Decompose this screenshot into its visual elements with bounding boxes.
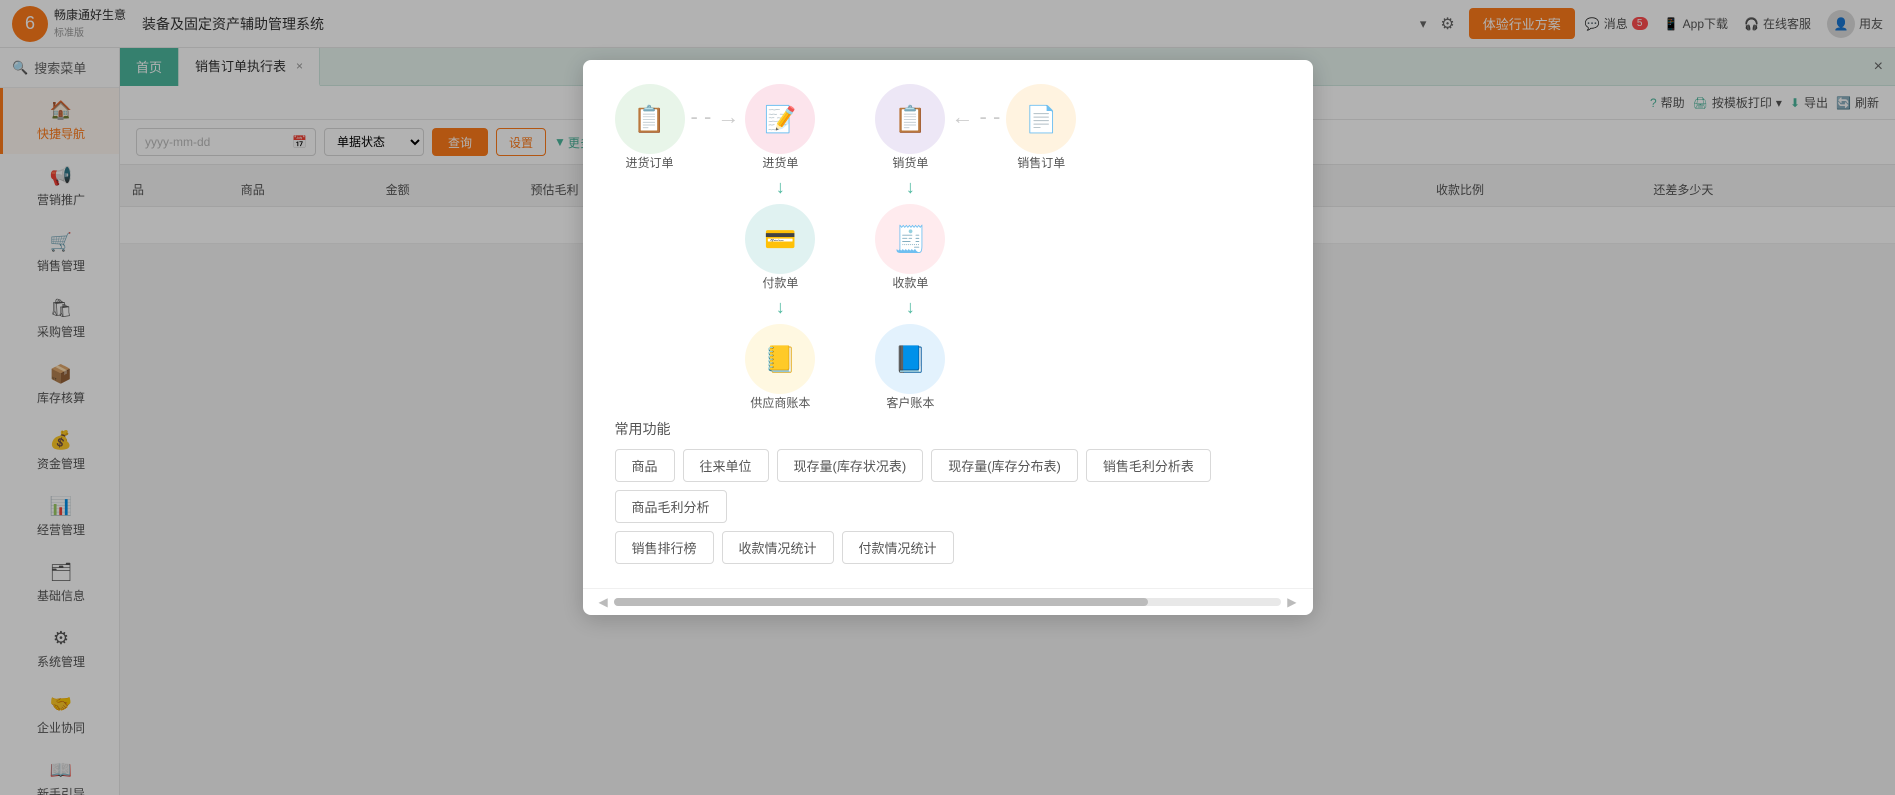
receipt-node[interactable]: 🧾	[875, 204, 945, 274]
receipt-label: 收款单	[892, 274, 928, 291]
app-wrapper: 6 畅康通好生意 标准版 装备及固定资产辅助管理系统 ▾ ⚙ 体验行业方案 💬 …	[0, 0, 1895, 795]
modal-scrollbar: ◀ ▶	[583, 588, 1313, 615]
flow-modal: 📋 进货订单 - - → 📝	[583, 86, 1313, 615]
sales-order-node[interactable]: 📄	[1006, 86, 1076, 154]
common-functions: 常用功能 商品 往来单位 现存量(库存状况表) 现存量(库存分布表) 销售毛利分…	[615, 419, 1281, 564]
flow-diagram: 📋 进货订单 - - → 📝	[615, 86, 1281, 411]
common-func-title: 常用功能	[615, 419, 1281, 439]
modal-scroll: 📋 进货订单 - - → 📝	[583, 86, 1313, 588]
modal-overlay[interactable]: 📋 进货订单 - - → 📝	[120, 86, 1895, 795]
func-btn-goods[interactable]: 商品	[615, 449, 675, 482]
main-area: 🔍 搜索菜单 🏠 快捷导航 📢 营销推广 🛒 销售管理 🛍 采购管理 📦	[0, 48, 1895, 795]
arrow-down-4: ↓	[906, 177, 915, 198]
func-buttons-row2: 销售排行榜 收款情况统计 付款情况统计	[615, 531, 1281, 564]
customer-ledger-label: 客户账本	[886, 394, 934, 411]
purchase-bill-node[interactable]: 📝	[745, 86, 815, 154]
flow-col-left: 📋 进货订单	[615, 86, 685, 179]
sales-order-label: 销售订单	[1017, 154, 1065, 171]
purchase-bill-label: 进货单	[762, 154, 798, 171]
func-btn-receipt-stat[interactable]: 收款情况统计	[722, 531, 834, 564]
func-btn-stock-status[interactable]: 现存量(库存状况表)	[777, 449, 924, 482]
arrow-right-2: ← - -	[945, 104, 1006, 130]
arrow-down-3: ↓	[776, 297, 785, 318]
scroll-right-arrow[interactable]: ▶	[1287, 595, 1296, 609]
func-btn-sales-profit[interactable]: 销售毛利分析表	[1086, 449, 1211, 482]
sales-bill-label: 销货单	[892, 154, 928, 171]
supplier-ledger-label: 供应商账本	[750, 394, 810, 411]
func-btn-sales-rank[interactable]: 销售排行榜	[615, 531, 714, 564]
payment-label: 付款单	[762, 274, 798, 291]
arrow-right-1: - - →	[685, 104, 746, 130]
flow-col-2: 📝 进货单 ↓ 💳 付款单 ↓ 📒 供应商账本	[745, 86, 815, 411]
arrow-down-5: ↓	[906, 297, 915, 318]
flow-col-4: 📄 销售订单	[1006, 86, 1076, 171]
page-content: ? 帮助 🖨 按模板打印 ▾ ⬇ 导出 🔄 刷新	[120, 86, 1895, 795]
scrollbar-track[interactable]	[614, 598, 1282, 606]
scrollbar-thumb	[614, 598, 1148, 606]
supplier-ledger-node[interactable]: 📒	[745, 324, 815, 394]
arrow-down-2: ↓	[776, 177, 785, 198]
sales-bill-node[interactable]: 📋	[875, 86, 945, 154]
customer-ledger-node[interactable]: 📘	[875, 324, 945, 394]
content-area: 首页 销售订单执行表 × × ? 帮助 🖨 按	[120, 48, 1895, 795]
purchase-order-label: 进货订单	[625, 154, 673, 171]
func-btn-contacts[interactable]: 往来单位	[683, 449, 769, 482]
payment-node[interactable]: 💳	[745, 204, 815, 274]
func-btn-payment-stat[interactable]: 付款情况统计	[842, 531, 954, 564]
scroll-left-arrow[interactable]: ◀	[599, 595, 608, 609]
func-buttons-row1: 商品 往来单位 现存量(库存状况表) 现存量(库存分布表) 销售毛利分析表 商品…	[615, 449, 1281, 523]
purchase-order-node[interactable]: 📋	[615, 86, 685, 154]
func-btn-stock-dist[interactable]: 现存量(库存分布表)	[931, 449, 1078, 482]
func-btn-goods-profit[interactable]: 商品毛利分析	[615, 490, 727, 523]
flow-col-3: 📋 销货单 ↓ 🧾 收款单 ↓ 📘 客户账本	[875, 86, 945, 411]
